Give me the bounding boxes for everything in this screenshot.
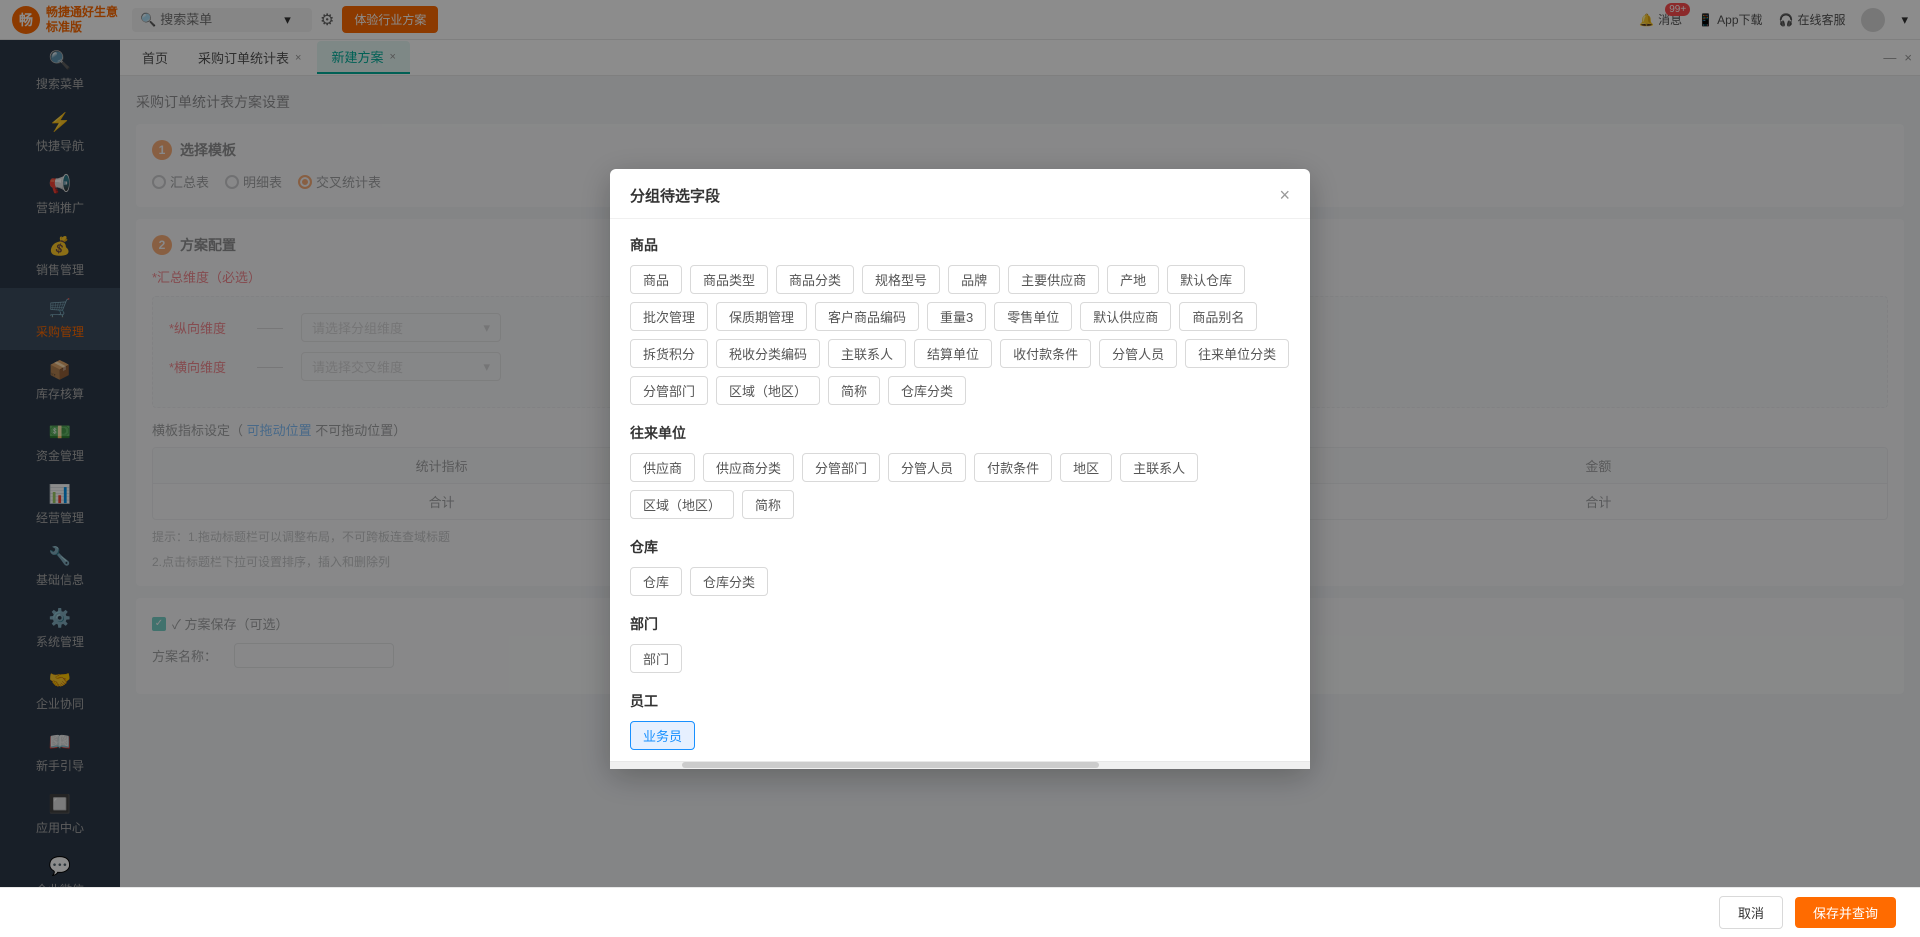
chip-product-category[interactable]: 商品分类 [776, 265, 854, 294]
dialog-body: 商品 商品 商品类型 商品分类 规格型号 品牌 主要供应商 产地 默认仓库 批次… [610, 219, 1310, 761]
staff-chips: 业务员 [630, 721, 1290, 750]
hscroll-thumb [682, 762, 1100, 768]
chip-short-name[interactable]: 简称 [828, 376, 880, 405]
field-select-dialog: 分组待选字段 × 商品 商品 商品类型 商品分类 规格型号 品牌 主要供应商 产… [610, 169, 1310, 769]
dialog-close-button[interactable]: × [1279, 185, 1290, 206]
save-button[interactable]: 保存并查询 [1795, 897, 1896, 928]
chip-main-contact[interactable]: 主联系人 [828, 339, 906, 368]
warehouse-group-title: 仓库 [630, 537, 1290, 557]
dept-chips: 部门 [630, 644, 1290, 673]
product-chips: 商品 商品类型 商品分类 规格型号 品牌 主要供应商 产地 默认仓库 批次管理 … [630, 265, 1290, 405]
dialog-hscrollbar[interactable] [610, 761, 1310, 769]
field-group-party: 往来单位 供应商 供应商分类 分管部门 分管人员 付款条件 地区 主联系人 区域… [630, 423, 1290, 519]
field-group-warehouse: 仓库 仓库 仓库分类 [630, 537, 1290, 596]
chip-warehouse-cat[interactable]: 仓库分类 [690, 567, 768, 596]
chip-dept[interactable]: 部门 [630, 644, 682, 673]
field-group-staff: 员工 业务员 [630, 691, 1290, 750]
chip-product[interactable]: 商品 [630, 265, 682, 294]
chip-dept-managed[interactable]: 分管部门 [630, 376, 708, 405]
chip-short-name2[interactable]: 简称 [742, 490, 794, 519]
staff-group-title: 员工 [630, 691, 1290, 711]
chip-customer-code[interactable]: 客户商品编码 [815, 302, 919, 331]
chip-region-area[interactable]: 区域（地区） [716, 376, 820, 405]
action-bar: 取消 保存并查询 [0, 887, 1920, 937]
chip-supervisor[interactable]: 分管人员 [1099, 339, 1177, 368]
chip-default-supplier[interactable]: 默认供应商 [1080, 302, 1171, 331]
chip-supervisor2[interactable]: 分管人员 [888, 453, 966, 482]
chip-dept-managed2[interactable]: 分管部门 [802, 453, 880, 482]
chip-region2[interactable]: 地区 [1060, 453, 1112, 482]
chip-supplier-category[interactable]: 供应商分类 [703, 453, 794, 482]
dept-group-title: 部门 [630, 614, 1290, 634]
dialog-title: 分组待选字段 [630, 185, 720, 206]
product-group-title: 商品 [630, 235, 1290, 255]
chip-shelf-life[interactable]: 保质期管理 [716, 302, 807, 331]
chip-dismantle-points[interactable]: 拆货积分 [630, 339, 708, 368]
chip-main-contact2[interactable]: 主联系人 [1120, 453, 1198, 482]
chip-main-supplier[interactable]: 主要供应商 [1008, 265, 1099, 294]
chip-area2[interactable]: 区域（地区） [630, 490, 734, 519]
chip-origin[interactable]: 产地 [1107, 265, 1159, 294]
chip-default-warehouse[interactable]: 默认仓库 [1167, 265, 1245, 294]
chip-warehouse-category[interactable]: 仓库分类 [888, 376, 966, 405]
party-group-title: 往来单位 [630, 423, 1290, 443]
cancel-button[interactable]: 取消 [1719, 896, 1783, 929]
field-group-dept: 部门 部门 [630, 614, 1290, 673]
chip-spec-model[interactable]: 规格型号 [862, 265, 940, 294]
chip-warehouse[interactable]: 仓库 [630, 567, 682, 596]
chip-party-category[interactable]: 往来单位分类 [1185, 339, 1289, 368]
chip-brand[interactable]: 品牌 [948, 265, 1000, 294]
chip-product-alias[interactable]: 商品别名 [1179, 302, 1257, 331]
field-group-product: 商品 商品 商品类型 商品分类 规格型号 品牌 主要供应商 产地 默认仓库 批次… [630, 235, 1290, 405]
chip-batch-mgmt[interactable]: 批次管理 [630, 302, 708, 331]
chip-supplier[interactable]: 供应商 [630, 453, 695, 482]
chip-salesperson[interactable]: 业务员 [630, 721, 695, 750]
chip-settlement-unit[interactable]: 结算单位 [914, 339, 992, 368]
chip-product-type[interactable]: 商品类型 [690, 265, 768, 294]
party-chips: 供应商 供应商分类 分管部门 分管人员 付款条件 地区 主联系人 区域（地区） … [630, 453, 1290, 519]
chip-tax-code[interactable]: 税收分类编码 [716, 339, 820, 368]
chip-retail-unit[interactable]: 零售单位 [994, 302, 1072, 331]
dialog-header: 分组待选字段 × [610, 169, 1310, 219]
chip-payment-condition[interactable]: 付款条件 [974, 453, 1052, 482]
warehouse-chips: 仓库 仓库分类 [630, 567, 1290, 596]
chip-payment-terms[interactable]: 收付款条件 [1000, 339, 1091, 368]
chip-weight[interactable]: 重量3 [927, 302, 986, 331]
